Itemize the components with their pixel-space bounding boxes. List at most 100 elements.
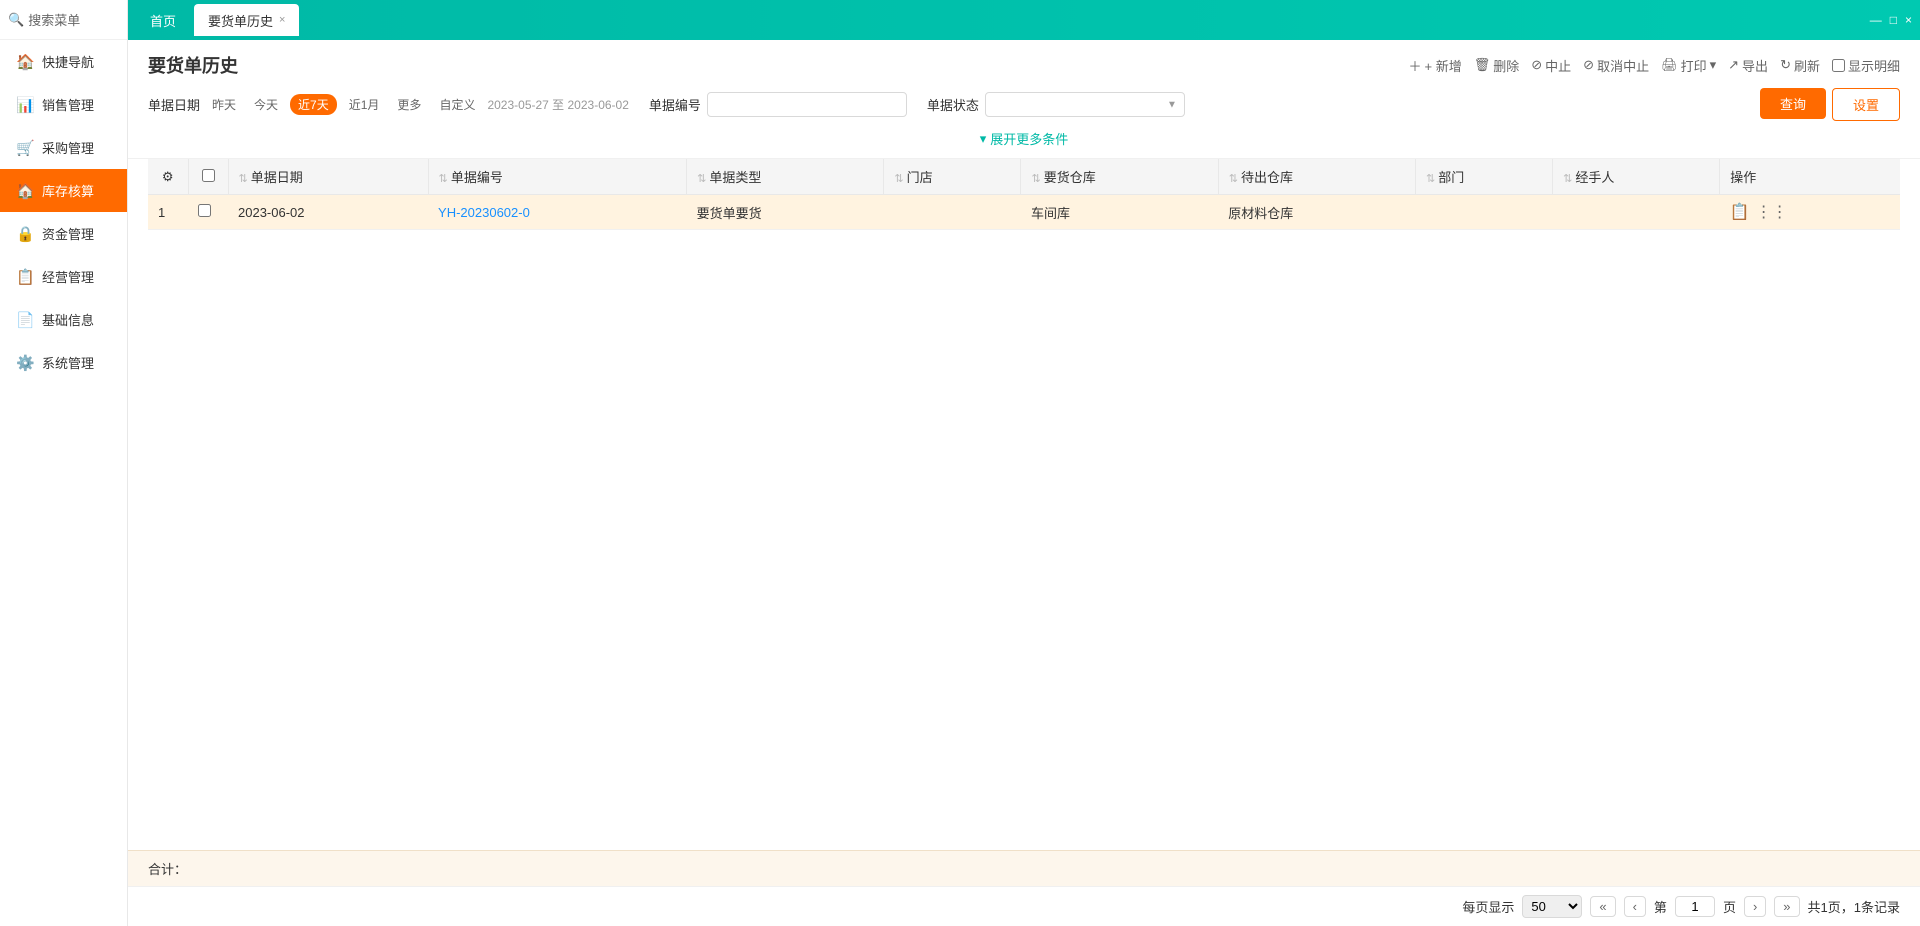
sidebar-item-label: 基础信息 bbox=[42, 310, 94, 329]
date-last7days[interactable]: 近7天 bbox=[290, 94, 337, 115]
th-handler[interactable]: 经手人 bbox=[1553, 159, 1720, 195]
date-last1month[interactable]: 近1月 bbox=[343, 94, 386, 115]
page-size-label: 每页显示 bbox=[1462, 897, 1514, 916]
total-info: 共1页，1条记录 bbox=[1808, 897, 1900, 916]
filter-expand-row: ▾ 展开更多条件 bbox=[148, 129, 1900, 148]
doc-no-link[interactable]: YH-20230602-0 bbox=[438, 205, 530, 220]
sidebar: 🔍 搜索菜单 🏠 快捷导航 📊 销售管理 🛒 采购管理 🏠 库存核算 🔒 资金管… bbox=[0, 0, 128, 926]
maximize-button[interactable]: □ bbox=[1890, 13, 1897, 27]
table-area: ⚙ 单据日期 单据编号 单据类型 门店 要货仓库 待出仓库 部门 经手人 操作 bbox=[128, 159, 1920, 850]
th-settings[interactable]: ⚙ bbox=[148, 159, 188, 195]
data-table: ⚙ 单据日期 单据编号 单据类型 门店 要货仓库 待出仓库 部门 经手人 操作 bbox=[148, 159, 1900, 230]
more-icon[interactable]: ⋮⋮ bbox=[1756, 202, 1788, 222]
cell-num: 1 bbox=[148, 195, 188, 230]
refresh-button[interactable]: ↻ 刷新 bbox=[1780, 56, 1820, 75]
chart-icon: 📊 bbox=[16, 96, 34, 114]
refresh-icon: ↻ bbox=[1780, 57, 1791, 73]
th-dept[interactable]: 部门 bbox=[1415, 159, 1552, 195]
suspend-button[interactable]: ⊘ 中止 bbox=[1531, 56, 1571, 75]
display-detail-input[interactable] bbox=[1832, 59, 1845, 72]
date-filter: 单据日期 昨天 今天 近7天 近1月 更多 自定义 2023-05-27 至 2… bbox=[148, 94, 629, 115]
sidebar-item-fund-mgmt[interactable]: 🔒 资金管理 bbox=[0, 212, 127, 255]
print-button[interactable]: 🖨 打印 ▾ bbox=[1661, 56, 1716, 75]
main-area: 首页 要货单历史 × — □ × 要货单历史 ＋ + 新增 🗑 删除 bbox=[128, 0, 1920, 926]
sidebar-item-basic-info[interactable]: 📄 基础信息 bbox=[0, 298, 127, 341]
date-today[interactable]: 今天 bbox=[248, 94, 284, 115]
date-range-display: 2023-05-27 至 2023-06-02 bbox=[487, 96, 628, 113]
table-header-row: ⚙ 单据日期 单据编号 单据类型 门店 要货仓库 待出仓库 部门 经手人 操作 bbox=[148, 159, 1900, 195]
doc-no-input[interactable] bbox=[707, 92, 907, 117]
row-checkbox[interactable] bbox=[198, 204, 211, 217]
expand-more-label: 展开更多条件 bbox=[990, 129, 1068, 148]
print-dropdown-icon: ▾ bbox=[1710, 57, 1717, 73]
suspend-icon: ⊘ bbox=[1531, 57, 1542, 73]
minimize-button[interactable]: — bbox=[1870, 13, 1882, 27]
th-store[interactable]: 门店 bbox=[884, 159, 1021, 195]
page-number-input[interactable] bbox=[1675, 896, 1715, 917]
table-footer: 合计： bbox=[128, 850, 1920, 886]
prev-page-button[interactable]: ‹ bbox=[1624, 896, 1646, 917]
print-icon: 🖨 bbox=[1661, 57, 1678, 73]
topbar: 首页 要货单历史 × — □ × bbox=[128, 0, 1920, 40]
sidebar-item-quick-nav[interactable]: 🏠 快捷导航 bbox=[0, 40, 127, 83]
toolbar: ＋ + 新增 🗑 删除 ⊘ 中止 ⊘ 取消中止 🖨 打印 bbox=[1408, 56, 1900, 75]
next-page-button[interactable]: › bbox=[1744, 896, 1766, 917]
new-button[interactable]: ＋ + 新增 bbox=[1408, 56, 1461, 75]
topbar-right: — □ × bbox=[1870, 13, 1912, 27]
lock-icon: 🔒 bbox=[16, 225, 34, 243]
filter-actions: 查询 设置 bbox=[1760, 88, 1900, 121]
th-req-warehouse[interactable]: 要货仓库 bbox=[1021, 159, 1218, 195]
cell-doc-date: 2023-06-02 bbox=[228, 195, 428, 230]
doc-no-filter: 单据编号 bbox=[649, 92, 907, 117]
first-page-button[interactable]: « bbox=[1590, 896, 1615, 917]
page-label: 第 bbox=[1654, 897, 1667, 916]
delete-button[interactable]: 🗑 删除 bbox=[1474, 56, 1520, 75]
cell-req-warehouse: 车间库 bbox=[1021, 195, 1218, 230]
sidebar-item-label: 经营管理 bbox=[42, 267, 94, 286]
table-row: 1 2023-06-02 YH-20230602-0 要货单要货 车间库 原材料… bbox=[148, 195, 1900, 230]
sidebar-item-purchase-mgmt[interactable]: 🛒 采购管理 bbox=[0, 126, 127, 169]
view-icon[interactable]: 📋 bbox=[1730, 202, 1750, 222]
tab-active-label: 要货单历史 bbox=[208, 11, 273, 30]
plus-icon: ＋ bbox=[1408, 56, 1421, 75]
last-page-button[interactable]: » bbox=[1774, 896, 1799, 917]
sidebar-item-sys-mgmt[interactable]: ⚙️ 系统管理 bbox=[0, 341, 127, 384]
cancel-icon: ⊘ bbox=[1583, 57, 1594, 73]
cancel-suspend-button[interactable]: ⊘ 取消中止 bbox=[1583, 56, 1649, 75]
date-custom[interactable]: 自定义 bbox=[433, 94, 481, 115]
date-more[interactable]: 更多 bbox=[391, 94, 427, 115]
th-pending-warehouse[interactable]: 待出仓库 bbox=[1218, 159, 1415, 195]
doc-status-select[interactable] bbox=[985, 92, 1185, 117]
th-doc-type[interactable]: 单据类型 bbox=[687, 159, 884, 195]
export-button[interactable]: ↗ 导出 bbox=[1728, 56, 1768, 75]
close-button[interactable]: × bbox=[1905, 13, 1912, 27]
cell-handler bbox=[1553, 195, 1720, 230]
query-button[interactable]: 查询 bbox=[1760, 88, 1826, 119]
cell-pending-warehouse: 原材料仓库 bbox=[1218, 195, 1415, 230]
sidebar-item-label: 系统管理 bbox=[42, 353, 94, 372]
doc-no-label: 单据编号 bbox=[649, 95, 701, 114]
tab-active[interactable]: 要货单历史 × bbox=[194, 4, 299, 36]
page-size-select[interactable]: 50 100 bbox=[1522, 895, 1582, 918]
tab-close-icon[interactable]: × bbox=[279, 14, 285, 26]
filter-settings-button[interactable]: 设置 bbox=[1832, 88, 1900, 121]
display-detail-checkbox[interactable]: 显示明细 bbox=[1832, 56, 1900, 75]
th-doc-no[interactable]: 单据编号 bbox=[428, 159, 687, 195]
tab-home[interactable]: 首页 bbox=[136, 0, 190, 40]
cell-doc-type: 要货单要货 bbox=[687, 195, 884, 230]
sidebar-item-sales-mgmt[interactable]: 📊 销售管理 bbox=[0, 83, 127, 126]
select-all-checkbox[interactable] bbox=[202, 169, 215, 182]
sidebar-item-label: 资金管理 bbox=[42, 224, 94, 243]
sidebar-search[interactable]: 🔍 搜索菜单 bbox=[0, 0, 127, 40]
info-icon: 📄 bbox=[16, 311, 34, 329]
chevron-down-icon: ▾ bbox=[980, 131, 987, 147]
sidebar-item-inventory-calc[interactable]: 🏠 库存核算 bbox=[0, 169, 127, 212]
sidebar-item-ops-mgmt[interactable]: 📋 经营管理 bbox=[0, 255, 127, 298]
sidebar-item-label: 采购管理 bbox=[42, 138, 94, 157]
date-yesterday[interactable]: 昨天 bbox=[206, 94, 242, 115]
doc-status-label: 单据状态 bbox=[927, 95, 979, 114]
cell-dept bbox=[1415, 195, 1552, 230]
expand-more-button[interactable]: ▾ 展开更多条件 bbox=[980, 129, 1069, 148]
search-icon: 🔍 bbox=[8, 12, 24, 28]
th-doc-date[interactable]: 单据日期 bbox=[228, 159, 428, 195]
